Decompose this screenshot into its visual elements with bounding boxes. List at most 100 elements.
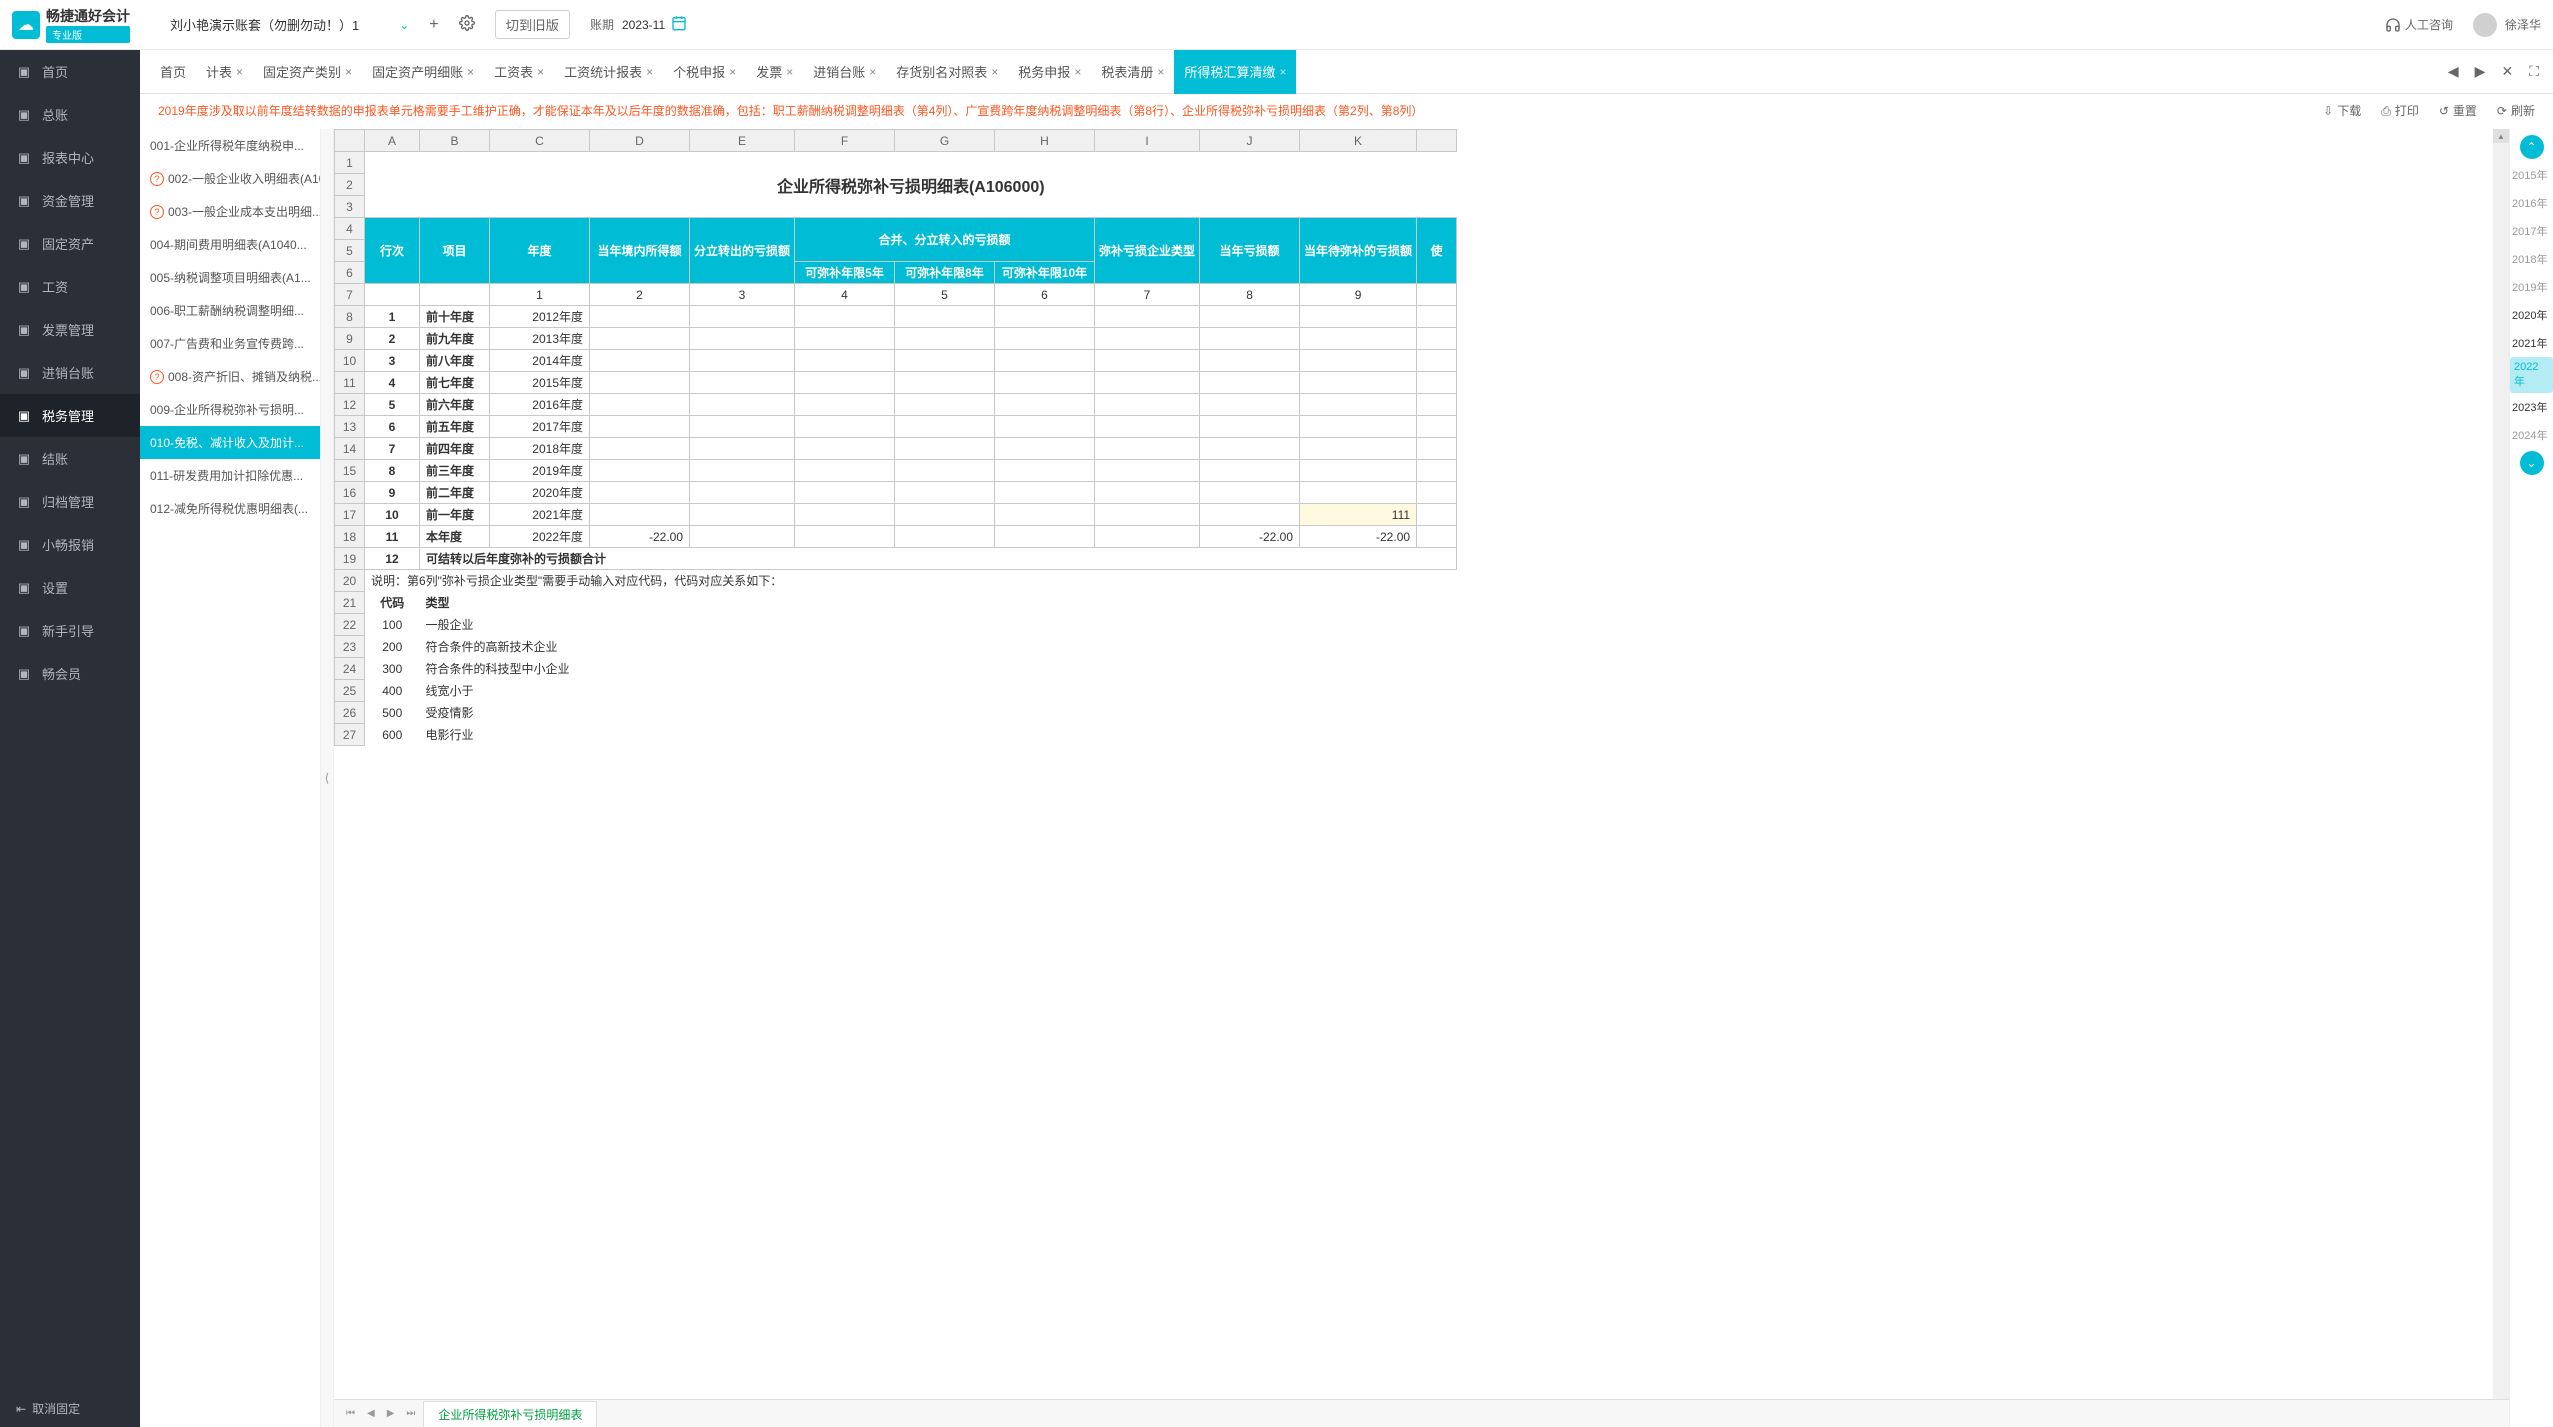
- row-header[interactable]: 8: [335, 306, 365, 328]
- cell[interactable]: 2012年度: [490, 306, 590, 328]
- sheet-next-icon[interactable]: ▶: [383, 1408, 399, 1419]
- row-header[interactable]: 20: [335, 570, 365, 592]
- year-up-icon[interactable]: ⌃: [2520, 135, 2544, 159]
- close-icon[interactable]: ×: [537, 65, 544, 79]
- sidebar-unpin[interactable]: ⇤ 取消固定: [0, 1390, 140, 1427]
- cell[interactable]: [895, 482, 995, 504]
- year-item[interactable]: 2022年: [2510, 357, 2553, 393]
- cell[interactable]: 可结转以后年度弥补的亏损额合计: [420, 548, 1457, 570]
- cell[interactable]: [895, 526, 995, 548]
- close-icon[interactable]: ×: [1074, 65, 1081, 79]
- cell[interactable]: [995, 416, 1095, 438]
- year-item[interactable]: 2021年: [2510, 329, 2553, 357]
- tab[interactable]: 税务申报×: [1008, 50, 1091, 94]
- row-header[interactable]: 7: [335, 284, 365, 306]
- cell[interactable]: [995, 526, 1095, 548]
- cell[interactable]: 111: [1300, 504, 1417, 526]
- cell[interactable]: [365, 284, 420, 306]
- cell[interactable]: [1417, 306, 1457, 328]
- cell[interactable]: [795, 526, 895, 548]
- sheet-prev-icon[interactable]: ◀: [363, 1408, 379, 1419]
- user-area[interactable]: 徐泽华: [2473, 13, 2541, 37]
- row-header[interactable]: 21: [335, 592, 365, 614]
- col-header[interactable]: H: [995, 130, 1095, 152]
- close-icon[interactable]: ×: [869, 65, 876, 79]
- cell[interactable]: [995, 482, 1095, 504]
- row-header[interactable]: 26: [335, 702, 365, 724]
- cell[interactable]: [590, 504, 690, 526]
- cell[interactable]: [1300, 482, 1417, 504]
- cell[interactable]: 7: [1095, 284, 1200, 306]
- cell[interactable]: [1095, 438, 1200, 460]
- cell[interactable]: [1300, 416, 1417, 438]
- sheet-last-icon[interactable]: ⏭: [402, 1408, 419, 1419]
- row-header[interactable]: 16: [335, 482, 365, 504]
- cell[interactable]: 2015年度: [490, 372, 590, 394]
- close-icon[interactable]: ×: [1157, 65, 1164, 79]
- tab[interactable]: 发票×: [746, 50, 803, 94]
- cell[interactable]: [1417, 482, 1457, 504]
- report-item[interactable]: 010-免税、减计收入及加计...: [140, 426, 320, 459]
- cell[interactable]: 3: [690, 284, 795, 306]
- col-header[interactable]: E: [690, 130, 795, 152]
- cell[interactable]: 前二年度: [420, 482, 490, 504]
- cell[interactable]: 12: [365, 548, 420, 570]
- cell[interactable]: [1095, 372, 1200, 394]
- row-header[interactable]: 2: [335, 174, 365, 196]
- cell[interactable]: [995, 460, 1095, 482]
- cell[interactable]: 前八年度: [420, 350, 490, 372]
- cell[interactable]: [1300, 306, 1417, 328]
- sidebar-item-salary[interactable]: ▣工资: [0, 265, 140, 308]
- cell[interactable]: [1095, 416, 1200, 438]
- cell[interactable]: 2017年度: [490, 416, 590, 438]
- cell[interactable]: [690, 372, 795, 394]
- cell[interactable]: [590, 438, 690, 460]
- cell[interactable]: 9: [365, 482, 420, 504]
- switch-old-version-button[interactable]: 切到旧版: [495, 10, 570, 39]
- cell[interactable]: 2013年度: [490, 328, 590, 350]
- cell[interactable]: [995, 394, 1095, 416]
- cell[interactable]: [1417, 416, 1457, 438]
- row-header[interactable]: 1: [335, 152, 365, 174]
- cell[interactable]: [590, 328, 690, 350]
- sidebar-item-money[interactable]: ▣资金管理: [0, 179, 140, 222]
- help-link[interactable]: 人工咨询: [2385, 16, 2453, 33]
- col-header[interactable]: J: [1200, 130, 1300, 152]
- fullscreen-icon[interactable]: ⛶: [2525, 59, 2543, 84]
- cell[interactable]: [1200, 504, 1300, 526]
- row-header[interactable]: 24: [335, 658, 365, 680]
- cell[interactable]: 前四年度: [420, 438, 490, 460]
- cell[interactable]: [1300, 372, 1417, 394]
- vertical-scrollbar[interactable]: ▲: [2493, 129, 2509, 1399]
- cell[interactable]: 1: [365, 306, 420, 328]
- sidebar-item-settings[interactable]: ▣设置: [0, 566, 140, 609]
- cell[interactable]: [995, 372, 1095, 394]
- cell[interactable]: -22.00: [590, 526, 690, 548]
- cell[interactable]: [1300, 350, 1417, 372]
- cell[interactable]: [1095, 328, 1200, 350]
- cell[interactable]: 2: [590, 284, 690, 306]
- row-header[interactable]: 13: [335, 416, 365, 438]
- cell[interactable]: [995, 350, 1095, 372]
- cell[interactable]: 1: [490, 284, 590, 306]
- cell[interactable]: 11: [365, 526, 420, 548]
- reset-button[interactable]: ↺重置: [2439, 102, 2477, 121]
- cell[interactable]: [1300, 460, 1417, 482]
- year-item[interactable]: 2023年: [2510, 393, 2553, 421]
- cell[interactable]: 前一年度: [420, 504, 490, 526]
- tab[interactable]: 固定资产明细账×: [362, 50, 484, 94]
- add-icon[interactable]: +: [429, 16, 438, 34]
- close-icon[interactable]: ×: [729, 65, 736, 79]
- sheet-first-icon[interactable]: ⏮: [342, 1408, 359, 1419]
- cell[interactable]: [1300, 394, 1417, 416]
- report-item[interactable]: 007-广告费和业务宣传费跨...: [140, 327, 320, 360]
- cell[interactable]: [1200, 416, 1300, 438]
- cell[interactable]: 前六年度: [420, 394, 490, 416]
- cell[interactable]: [1095, 306, 1200, 328]
- cell[interactable]: 8: [1200, 284, 1300, 306]
- cell[interactable]: [420, 284, 490, 306]
- col-header[interactable]: [1417, 130, 1457, 152]
- horizontal-scrollbar[interactable]: [621, 1408, 2501, 1420]
- close-icon[interactable]: ×: [1279, 65, 1286, 79]
- sheet-tab[interactable]: 企业所得税弥补亏损明细表: [423, 1401, 597, 1427]
